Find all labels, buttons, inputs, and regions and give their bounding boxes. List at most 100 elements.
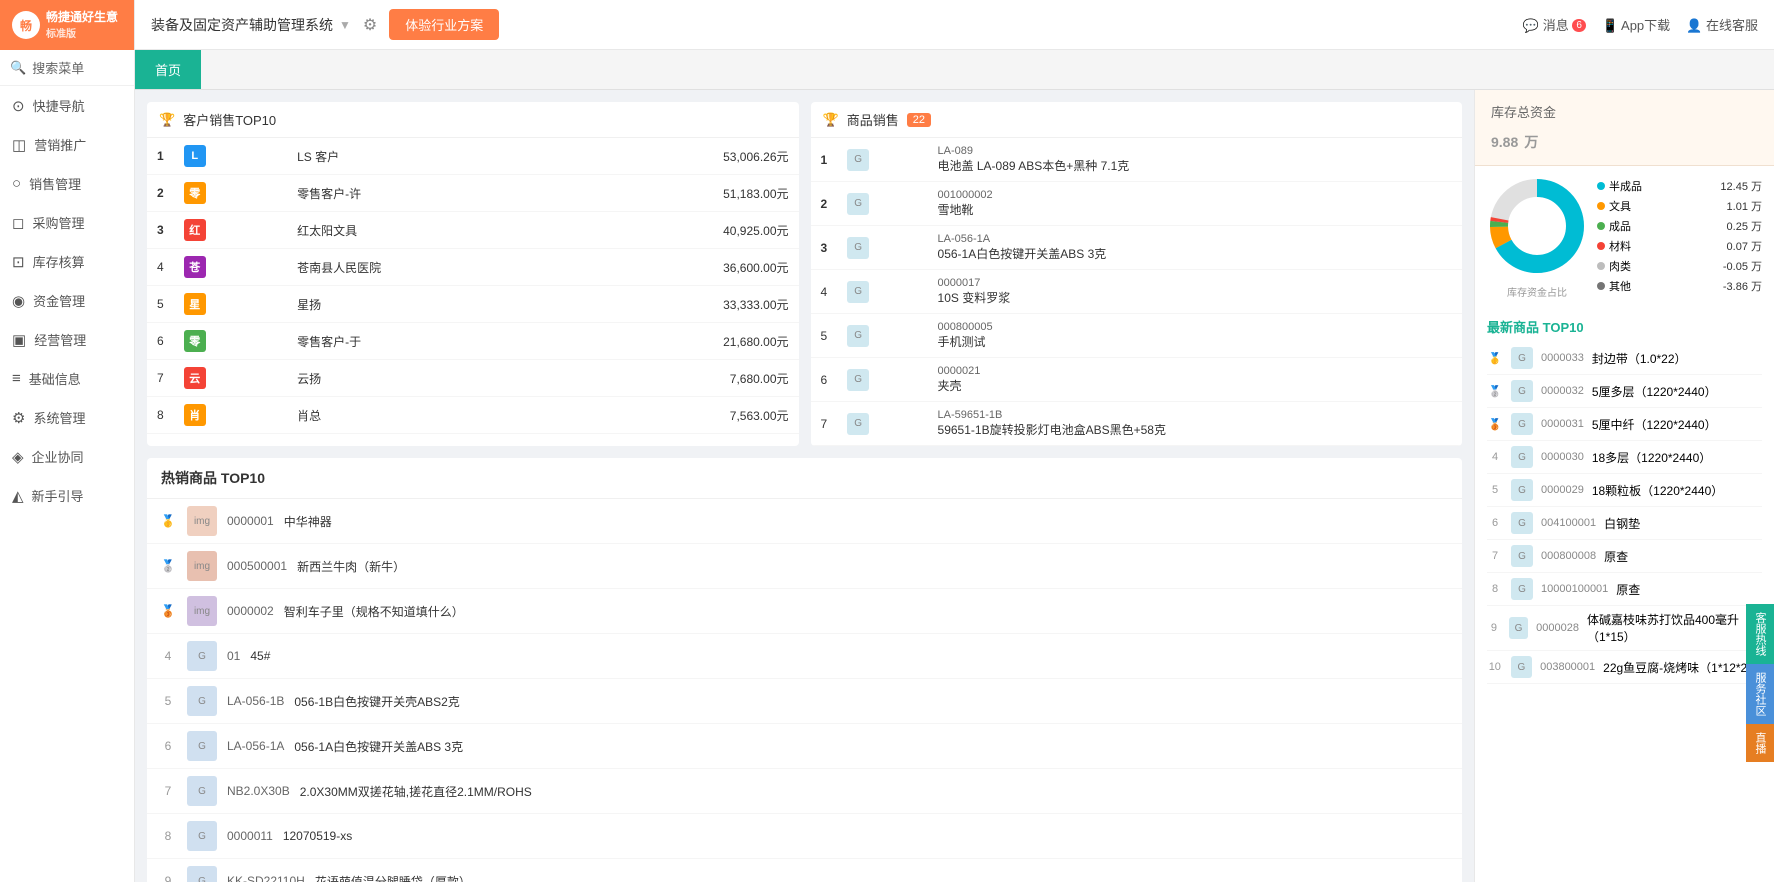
list-item: 🥈 img 000500001 新西兰牛肉（新牛） bbox=[147, 544, 1462, 589]
quick-nav-icon: ⊙ bbox=[12, 97, 25, 115]
inventory-unit: 万 bbox=[1524, 134, 1538, 150]
product-sales-title: 商品销售 bbox=[847, 110, 899, 129]
product-name: 新西兰牛肉（新牛） bbox=[297, 558, 405, 575]
sidebar-item-sales[interactable]: ○ 销售管理 bbox=[0, 164, 134, 203]
search-icon: 🔍 bbox=[10, 60, 26, 76]
sidebar-item-quick-nav[interactable]: ⊙ 快捷导航 bbox=[0, 86, 134, 125]
product-name: 45# bbox=[250, 649, 270, 663]
purchase-label: 采购管理 bbox=[32, 213, 84, 232]
product-icon: G bbox=[1511, 578, 1533, 600]
online-service[interactable]: 👤 在线客服 bbox=[1686, 15, 1758, 34]
top-bar: 装备及固定资产辅助管理系统 ▼ ⚙ 体验行业方案 💬 消息 6 📱 App下载 … bbox=[135, 0, 1774, 50]
inventory-total-section: 库存总资金 9.88 万 bbox=[1475, 90, 1774, 166]
customer-avatar-cell: 零 bbox=[174, 323, 287, 360]
float-btn-live[interactable]: 直播 bbox=[1746, 724, 1774, 762]
chevron-down-icon[interactable]: ▼ bbox=[339, 18, 351, 32]
hot-products-header: 热销商品 TOP10 bbox=[147, 458, 1462, 499]
base-info-label: 基础信息 bbox=[29, 369, 81, 388]
list-item: 🥉 img 0000002 智利车子里（规格不知道填什么） bbox=[147, 589, 1462, 634]
amount-cell: 53,006.26元 bbox=[568, 138, 799, 175]
rank-cell: 2 bbox=[147, 175, 174, 212]
base-info-icon: ≡ bbox=[12, 370, 21, 387]
product-code: 000500001 bbox=[227, 559, 287, 573]
sidebar-item-purchase[interactable]: ◻ 采购管理 bbox=[0, 203, 134, 242]
customer-name-cell: 苍南县人民医院 bbox=[287, 249, 568, 286]
legend-item-chengpin: 成品 0.25 万 bbox=[1597, 218, 1762, 234]
sidebar-item-base-info[interactable]: ≡ 基础信息 bbox=[0, 359, 134, 398]
search-menu[interactable]: 🔍 搜索菜单 bbox=[0, 50, 134, 86]
table-row: 5 G 000800005手机测试 bbox=[811, 314, 1463, 358]
sidebar-item-finance[interactable]: ◉ 资金管理 bbox=[0, 281, 134, 320]
customer-top10-header: 🏆 客户销售TOP10 bbox=[147, 102, 799, 138]
hot-rank: 9 bbox=[159, 874, 177, 882]
product-sales-top10-header: 🏆 商品销售 22 bbox=[811, 102, 1463, 138]
notice-item[interactable]: 💬 消息 6 bbox=[1523, 15, 1586, 34]
product-thumbnail: img bbox=[187, 551, 217, 581]
table-row: 2 零 零售客户-许 51,183.00元 bbox=[147, 175, 799, 212]
avatar: L bbox=[184, 145, 206, 167]
legend-item-cailiao: 材料 0.07 万 bbox=[1597, 238, 1762, 254]
rank-cell: 3 bbox=[811, 226, 838, 270]
sales-label: 销售管理 bbox=[29, 174, 81, 193]
app-download[interactable]: 📱 App下载 bbox=[1602, 15, 1670, 34]
avatar: 苍 bbox=[184, 256, 206, 278]
hot-rank: 7 bbox=[159, 784, 177, 798]
product-code: 01 bbox=[227, 649, 240, 663]
rank-cell: 3 bbox=[147, 212, 174, 249]
hot-rank: 8 bbox=[159, 829, 177, 843]
product-info-cell: 001000002雪地靴 bbox=[928, 182, 1462, 226]
legend-item-other: 其他 -3.86 万 bbox=[1597, 278, 1762, 294]
sidebar-item-system[interactable]: ⚙ 系统管理 bbox=[0, 398, 134, 437]
customer-avatar-cell: 肖 bbox=[174, 397, 287, 434]
sidebar-item-guide[interactable]: ◭ 新手引导 bbox=[0, 476, 134, 515]
table-row: 7 G LA-59651-1B59651-1B旋转投影灯电池盒ABS黑色+58克 bbox=[811, 402, 1463, 446]
product-thumbnail: G bbox=[187, 686, 217, 716]
table-row: 6 G 0000021夹壳 bbox=[811, 358, 1463, 402]
hot-rank: 5 bbox=[159, 694, 177, 708]
customer-avatar-cell: L bbox=[174, 138, 287, 175]
logo-text: 畅捷通好生意 bbox=[46, 10, 118, 26]
marketing-icon: ◫ bbox=[12, 136, 26, 154]
product-name: 智利车子里（规格不知道填什么） bbox=[284, 603, 464, 620]
float-btn-customer-service[interactable]: 客服热线 bbox=[1746, 604, 1774, 664]
rank-cell: 5 bbox=[811, 314, 838, 358]
inventory-title: 库存总资金 bbox=[1491, 102, 1758, 121]
product-icon: G bbox=[847, 149, 869, 171]
tab-home[interactable]: 首页 bbox=[135, 50, 201, 89]
operations-label: 经营管理 bbox=[34, 330, 86, 349]
hot-rank: 4 bbox=[159, 649, 177, 663]
product-name: 12070519-xs bbox=[283, 829, 352, 843]
product-icon: G bbox=[847, 369, 869, 391]
customer-name-cell: 零售客户-许 bbox=[287, 175, 568, 212]
list-item: 9 G KK-SD22110H 花语萌值温分腿睡袋（厚款） bbox=[147, 859, 1462, 882]
product-thumbnail: G bbox=[187, 866, 217, 882]
sidebar-item-operations[interactable]: ▣ 经营管理 bbox=[0, 320, 134, 359]
product-sales-table: 1 G LA-089电池盖 LA-089 ABS本色+黑种 7.1克 2 G 0… bbox=[811, 138, 1463, 446]
table-row: 8 肖 肖总 7,563.00元 bbox=[147, 397, 799, 434]
trial-button[interactable]: 体验行业方案 bbox=[389, 9, 499, 40]
product-name: 056-1A白色按键开关盖ABS 3克 bbox=[294, 738, 463, 755]
system-icon: ⚙ bbox=[12, 409, 25, 427]
table-row: 5 星 星扬 33,333.00元 bbox=[147, 286, 799, 323]
logo-badge: 标准版 bbox=[46, 25, 118, 40]
sidebar-item-inventory[interactable]: ⊡ 库存核算 bbox=[0, 242, 134, 281]
sidebar-item-marketing[interactable]: ◫ 营销推广 bbox=[0, 125, 134, 164]
new-products-title: 最新商品 TOP10 bbox=[1487, 317, 1762, 336]
list-item: 7 G 000800008 原查 bbox=[1487, 540, 1762, 573]
hot-rank: 🥈 bbox=[159, 559, 177, 573]
customer-avatar-cell: 苍 bbox=[174, 249, 287, 286]
product-info-cell: 000001710S 变料罗浆 bbox=[928, 270, 1462, 314]
settings-icon[interactable]: ⚙ bbox=[363, 15, 377, 35]
trophy-icon: 🏆 bbox=[159, 112, 175, 128]
avatar: 云 bbox=[184, 367, 206, 389]
new-products-section: 最新商品 TOP10 🥇 G 0000033 封边带（1.0*22） 🥈 G 0… bbox=[1475, 309, 1774, 684]
customer-top10-card: 🏆 客户销售TOP10 1 L LS 客户 53,006.26元 bbox=[147, 102, 799, 446]
hot-products-list: 🥇 img 0000001 中华神器 🥈 img 000500001 新西兰牛肉… bbox=[147, 499, 1462, 882]
hot-products-card: 热销商品 TOP10 🥇 img 0000001 中华神器 🥈 img 0005… bbox=[147, 458, 1462, 882]
sidebar-item-enterprise[interactable]: ◈ 企业协同 bbox=[0, 437, 134, 476]
float-btn-service-community[interactable]: 服务社区 bbox=[1746, 664, 1774, 724]
inventory-label: 库存核算 bbox=[33, 252, 85, 271]
avatar: 星 bbox=[184, 293, 206, 315]
system-title-text: 装备及固定资产辅助管理系统 bbox=[151, 15, 333, 35]
guide-label: 新手引导 bbox=[32, 486, 84, 505]
